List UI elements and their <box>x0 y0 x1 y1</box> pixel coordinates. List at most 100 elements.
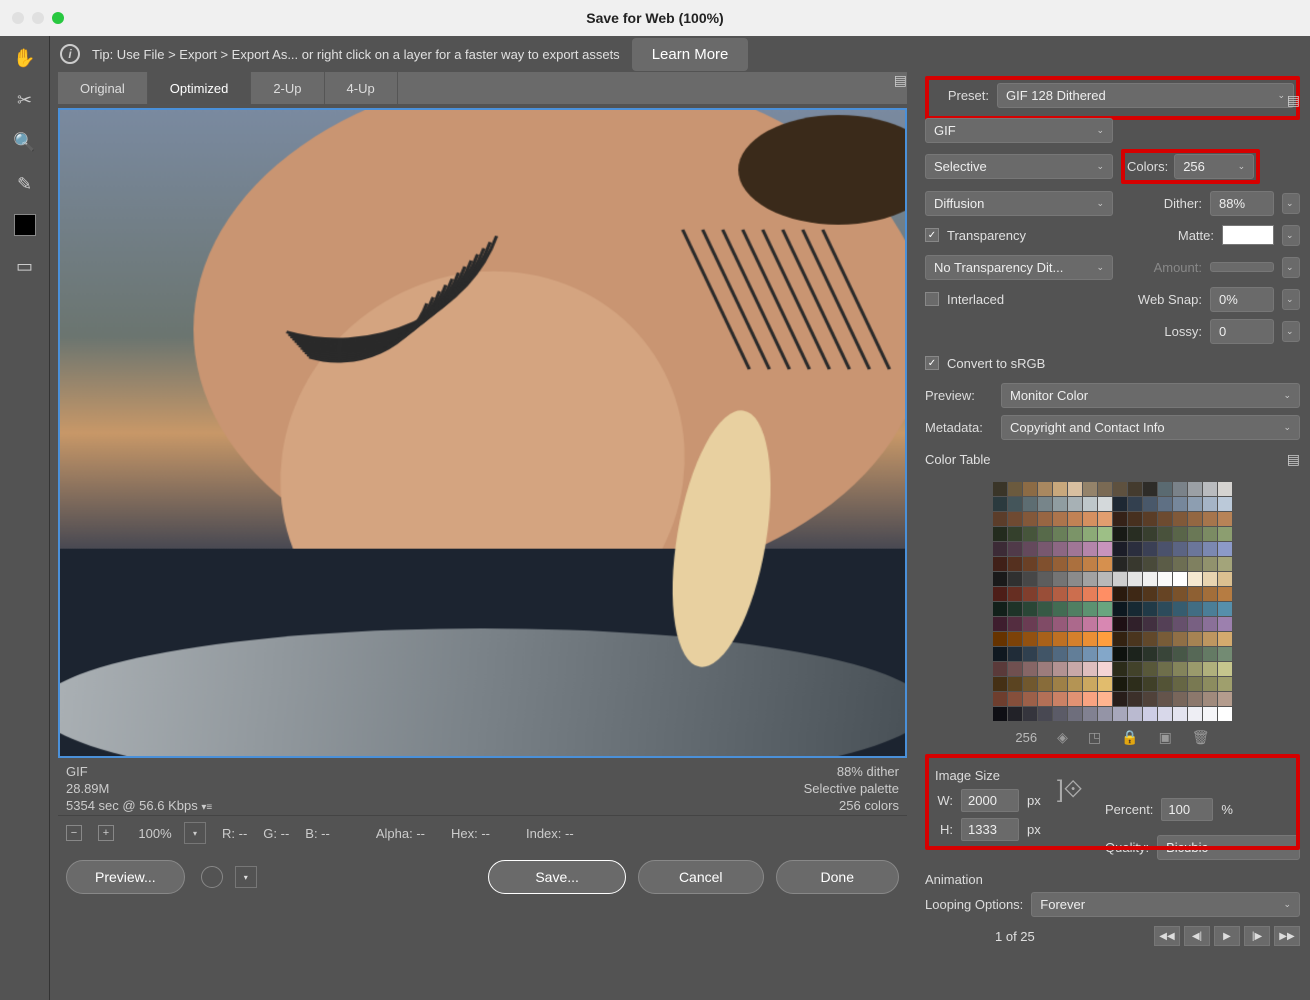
info-format: GIF <box>66 764 212 779</box>
zoom-dropdown-icon[interactable]: ▾ <box>184 822 206 844</box>
dither-value[interactable]: 88% <box>1210 191 1274 216</box>
metadata-label: Metadata: <box>925 420 993 435</box>
colors-select[interactable]: 256⌄ <box>1174 154 1254 179</box>
ct-snap-icon[interactable]: ◈ <box>1057 729 1068 746</box>
info-colors: 256 colors <box>804 798 899 813</box>
done-button[interactable]: Done <box>776 860 899 894</box>
status-hex: Hex: -- <box>451 826 490 841</box>
transparency-label: Transparency <box>947 228 1026 243</box>
browser-preview-icon[interactable] <box>201 866 223 888</box>
zoom-in-icon[interactable]: + <box>98 825 114 841</box>
tab-2up[interactable]: 2-Up <box>251 72 324 104</box>
dither-label: Dither: <box>1164 196 1202 211</box>
transparency-checkbox[interactable] <box>925 228 939 242</box>
status-g: G: -- <box>263 826 289 841</box>
button-row: Preview... ▾ Save... Cancel Done <box>58 850 907 904</box>
color-table-grid[interactable] <box>993 482 1232 721</box>
dither-menu-icon[interactable]: ⌄ <box>1282 193 1300 214</box>
tab-original[interactable]: Original <box>58 72 148 104</box>
view-tabs: Original Optimized 2-Up 4-Up ▤ <box>58 72 907 104</box>
width-label: W: <box>935 793 953 808</box>
browser-dropdown-icon[interactable]: ▾ <box>235 866 257 888</box>
image-info: GIF 28.89M 5354 sec @ 56.6 Kbps ▾≡ 88% d… <box>58 758 907 815</box>
transparency-dither-select[interactable]: No Transparency Dit...⌄ <box>925 255 1113 280</box>
format-select[interactable]: GIF⌄ <box>925 118 1113 143</box>
window-title: Save for Web (100%) <box>0 10 1310 26</box>
looping-select[interactable]: Forever⌄ <box>1031 892 1300 917</box>
color-swatch[interactable] <box>14 214 36 236</box>
cancel-button[interactable]: Cancel <box>638 860 764 894</box>
ct-lock-icon[interactable]: 🔒 <box>1121 729 1138 746</box>
preview-canvas[interactable] <box>58 108 907 758</box>
preview-select[interactable]: Monitor Color⌄ <box>1001 383 1300 408</box>
info-dither: 88% dither <box>804 764 899 779</box>
matte-swatch[interactable] <box>1222 225 1274 245</box>
tool-column: ✋ ✂ 🔍 ✎ ▭ <box>0 36 50 1000</box>
metadata-select[interactable]: Copyright and Contact Info⌄ <box>1001 415 1300 440</box>
info-size: 28.89M <box>66 781 212 796</box>
looping-label: Looping Options: <box>925 897 1023 912</box>
px-unit-2: px <box>1027 822 1041 837</box>
zoom-tool-icon[interactable]: 🔍 <box>13 130 37 154</box>
srgb-checkbox[interactable] <box>925 356 939 370</box>
status-bar: − + 100% ▾ R: -- G: -- B: -- Alpha: -- He… <box>58 815 907 850</box>
hand-tool-icon[interactable]: ✋ <box>13 46 37 70</box>
ct-new-icon[interactable]: ▣ <box>1159 729 1172 746</box>
prev-frame-icon[interactable]: ◀| <box>1184 926 1210 946</box>
frame-counter: 1 of 25 <box>995 929 1035 944</box>
websnap-menu-icon[interactable]: ⌄ <box>1282 289 1300 310</box>
info-icon: i <box>60 44 80 64</box>
amount-menu-icon: ⌄ <box>1282 257 1300 278</box>
slice-tool-icon[interactable]: ✂ <box>13 88 37 112</box>
next-frame-icon[interactable]: |▶ <box>1244 926 1270 946</box>
color-table-label: Color Table <box>925 452 991 467</box>
info-time: 5354 sec @ 56.6 Kbps <box>66 798 198 813</box>
matte-menu-icon[interactable]: ⌄ <box>1282 225 1300 246</box>
reduction-select[interactable]: Selective⌄ <box>925 154 1113 179</box>
dither-method-select[interactable]: Diffusion⌄ <box>925 191 1113 216</box>
status-b: B: -- <box>305 826 330 841</box>
websnap-value[interactable]: 0% <box>1210 287 1274 312</box>
preview-button[interactable]: Preview... <box>66 860 185 894</box>
px-unit: px <box>1027 793 1041 808</box>
link-icon[interactable]: ]⟐ <box>1057 776 1083 804</box>
play-icon[interactable]: ▶ <box>1214 926 1240 946</box>
srgb-label: Convert to sRGB <box>947 356 1045 371</box>
amount-label: Amount: <box>1154 260 1202 275</box>
color-table-menu-icon[interactable]: ▤ <box>1287 451 1300 468</box>
height-input[interactable] <box>961 818 1019 841</box>
titlebar: Save for Web (100%) <box>0 0 1310 36</box>
preset-select[interactable]: GIF 128 Dithered⌄ <box>997 83 1294 108</box>
last-frame-icon[interactable]: ▶▶ <box>1274 926 1300 946</box>
status-alpha: Alpha: -- <box>376 826 425 841</box>
lossy-menu-icon[interactable]: ⌄ <box>1282 321 1300 342</box>
tip-bar: i Tip: Use File > Export > Export As... … <box>50 36 1310 72</box>
interlaced-label: Interlaced <box>947 292 1004 307</box>
ct-trash-icon[interactable]: 🗑 <box>1192 729 1210 746</box>
zoom-value[interactable]: 100% <box>130 826 180 841</box>
save-button[interactable]: Save... <box>488 860 626 894</box>
first-frame-icon[interactable]: ◀◀ <box>1154 926 1180 946</box>
learn-more-button[interactable]: Learn More <box>632 38 749 71</box>
ct-cube-icon[interactable]: ◳ <box>1088 729 1101 746</box>
info-palette: Selective palette <box>804 781 899 796</box>
width-input[interactable] <box>961 789 1019 812</box>
status-index: Index: -- <box>526 826 574 841</box>
info-menu-icon[interactable]: ▾≡ <box>201 802 212 813</box>
toggle-slices-icon[interactable]: ▭ <box>13 254 37 278</box>
lossy-value[interactable]: 0 <box>1210 319 1274 344</box>
preset-label: Preset: <box>931 88 989 103</box>
status-r: R: -- <box>222 826 247 841</box>
panel-menu-icon[interactable]: ▤ <box>894 72 907 104</box>
tab-optimized[interactable]: Optimized <box>148 72 252 104</box>
tip-text: Tip: Use File > Export > Export As... or… <box>92 47 620 62</box>
preset-menu-icon[interactable]: ▤ <box>1287 92 1300 108</box>
settings-panel: Preset: GIF 128 Dithered⌄ ▤ GIF⌄ Selecti… <box>915 72 1310 1000</box>
websnap-label: Web Snap: <box>1138 292 1202 307</box>
tab-4up[interactable]: 4-Up <box>325 72 398 104</box>
zoom-out-icon[interactable]: − <box>66 825 82 841</box>
amount-value <box>1210 262 1274 272</box>
matte-label: Matte: <box>1178 228 1214 243</box>
interlaced-checkbox[interactable] <box>925 292 939 306</box>
eyedropper-tool-icon[interactable]: ✎ <box>13 172 37 196</box>
